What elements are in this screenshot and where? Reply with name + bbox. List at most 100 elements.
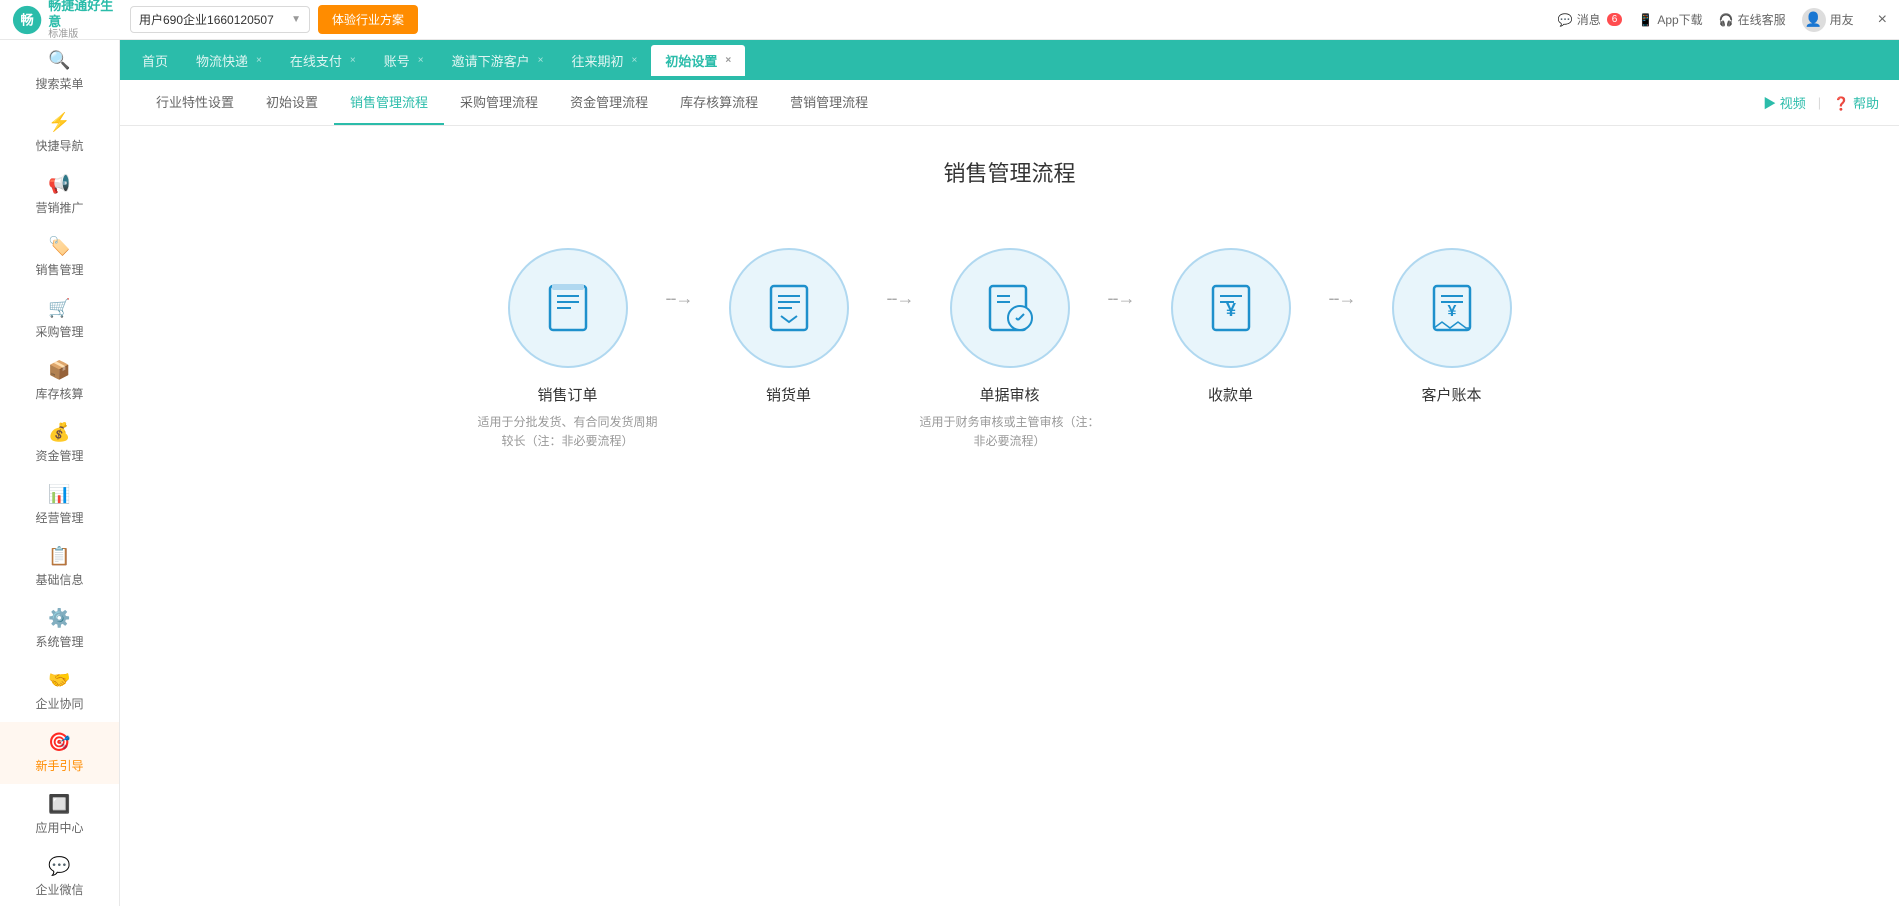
sidebar-label-biz-mgmt: 经营管理 <box>35 509 83 526</box>
sidebar-item-basic-info[interactable]: 📋 基础信息 <box>0 536 119 598</box>
sidebar-icon-sales-mgmt: 🏷️ <box>48 236 70 257</box>
sub-tab-init-setup[interactable]: 初始设置 <box>250 80 334 125</box>
sub-tab-sales-flow[interactable]: 销售管理流程 <box>334 80 444 125</box>
nav-tab-online-pay[interactable]: 在线支付 × <box>276 45 370 76</box>
nav-tab-logistics[interactable]: 物流快递 × <box>182 45 276 76</box>
sub-tab-label-sales-flow: 销售管理流程 <box>350 95 428 110</box>
flow-page: 销售管理流程 销售订单 适用于分批发货、有合同发货周期较长（注：非必要流程） -… <box>120 126 1899 481</box>
online-service-item[interactable]: 🎧 在线客服 <box>1719 11 1786 28</box>
message-badge: 6 <box>1607 13 1623 26</box>
user-name-label: 用友 <box>1830 11 1854 28</box>
sidebar-item-biz-mgmt[interactable]: 📊经营管理 <box>0 474 119 536</box>
sidebar-icon-corp-collab: 🤝 <box>48 670 70 691</box>
flow-arrow-4: - - → <box>1329 248 1354 309</box>
sub-tab-label-init-setup: 初始设置 <box>266 95 318 110</box>
sub-tab-purchase-flow[interactable]: 采购管理流程 <box>444 80 554 125</box>
sidebar-item-sys-mgmt[interactable]: ⚙️ 系统管理 <box>0 598 119 660</box>
sidebar-icon-purchase-mgmt: 🛒 <box>48 298 70 319</box>
user-selector[interactable]: 用户690企业1660120507 ▼ <box>130 6 310 33</box>
sub-tab-label-marketing-flow: 营销管理流程 <box>790 95 868 110</box>
nav-tab-label-invite-downstream: 邀请下游客户 <box>452 51 530 70</box>
logo-area: 畅 畅捷通好生意 标准版 <box>12 0 122 41</box>
app-container: 畅 畅捷通好生意 标准版 用户690企业1660120507 ▼ 体验行业方案 … <box>0 0 1899 906</box>
logo-text: 畅捷通好生意 标准版 <box>48 0 122 41</box>
app-download-item[interactable]: 📱 App下载 <box>1638 11 1702 28</box>
nav-tab-init-settings[interactable]: 初始设置 × <box>651 45 745 76</box>
nav-tab-prior-period[interactable]: 往来期初 × <box>557 45 651 76</box>
tab-close-init-settings[interactable]: × <box>725 55 731 66</box>
flow-step-voucher-review[interactable]: 单据审核 适用于财务审核或主管审核（注：非必要流程） <box>920 248 1100 451</box>
sidebar-item-sales-mgmt[interactable]: 🏷️ 销售管理 <box>0 226 119 288</box>
logo-icon: 畅 <box>12 4 42 36</box>
sidebar-item-marketing[interactable]: 📢营销推广 <box>0 164 119 226</box>
nav-tab-account[interactable]: 账号× <box>370 45 438 76</box>
sub-tab-label-finance-flow: 资金管理流程 <box>570 95 648 110</box>
sub-tab-industry-settings[interactable]: 行业特性设置 <box>140 80 250 125</box>
nav-tab-label-home: 首页 <box>142 51 168 70</box>
sidebar-item-new-guide[interactable]: 🎯新手引导 <box>0 722 119 784</box>
nav-tab-label-init-settings: 初始设置 <box>665 51 717 70</box>
tab-close-logistics[interactable]: × <box>256 55 262 66</box>
nav-tab-invite-downstream[interactable]: 邀请下游客户 × <box>438 45 558 76</box>
user-menu-item[interactable]: 👤 用友 <box>1802 8 1854 32</box>
sidebar-item-finance-mgmt[interactable]: 💰资金管理 <box>0 412 119 474</box>
sidebar-label-sys-mgmt: 系统管理 <box>35 633 83 650</box>
tab-close-online-pay[interactable]: × <box>350 55 356 66</box>
nav-tab-label-logistics: 物流快递 <box>196 51 248 70</box>
top-bar-left: 畅 畅捷通好生意 标准版 用户690企业1660120507 ▼ 体验行业方案 <box>12 0 418 41</box>
video-link[interactable]: ▶ 视频 <box>1763 93 1806 112</box>
headset-icon: 🎧 <box>1719 13 1734 27</box>
sidebar-item-inventory[interactable]: 📦库存核算 <box>0 350 119 412</box>
sub-tab-finance-flow[interactable]: 资金管理流程 <box>554 80 664 125</box>
app-label: App下载 <box>1657 11 1702 28</box>
nav-tab-label-prior-period: 往来期初 <box>571 51 623 70</box>
sidebar-label-finance-mgmt: 资金管理 <box>35 447 83 464</box>
flow-arrow-2: - - → <box>887 248 912 309</box>
message-item[interactable]: 💬 消息 6 <box>1558 11 1623 28</box>
flow-arrow-1: - - → <box>666 248 691 309</box>
sidebar-icon-quick-nav: ⚡ <box>48 112 70 133</box>
flow-circle-sales-invoice <box>729 248 849 368</box>
sidebar-icon-app-center: 🔲 <box>48 794 70 815</box>
logo-title: 畅捷通好生意 <box>48 0 122 29</box>
sidebar-label-new-guide: 新手引导 <box>35 757 83 774</box>
flow-step-receipt[interactable]: ¥ 收款单 <box>1141 248 1321 413</box>
tab-close-account[interactable]: × <box>418 55 424 66</box>
flow-step-sales-order[interactable]: 销售订单 适用于分批发货、有合同发货周期较长（注：非必要流程） <box>478 248 658 451</box>
sidebar-item-search-menu[interactable]: 🔍搜索菜单 <box>0 40 119 102</box>
trial-button[interactable]: 体验行业方案 <box>318 5 418 34</box>
sidebar-icon-sys-mgmt: ⚙️ <box>48 608 70 629</box>
help-link[interactable]: ❓ 帮助 <box>1833 93 1879 112</box>
sidebar-item-quick-nav[interactable]: ⚡快捷导航 <box>0 102 119 164</box>
page-title: 销售管理流程 <box>160 156 1859 188</box>
avatar: 👤 <box>1802 8 1826 32</box>
sidebar-item-corp-wechat[interactable]: 💬企业微信 <box>0 846 119 906</box>
sidebar-item-corp-collab[interactable]: 🤝企业协同 <box>0 660 119 722</box>
tab-close-prior-period[interactable]: × <box>631 55 637 66</box>
close-icon[interactable]: × <box>1878 11 1887 29</box>
flow-step-customer-ledger[interactable]: ¥ 客户账本 <box>1362 248 1542 413</box>
sidebar-label-sales-mgmt: 销售管理 <box>35 261 83 278</box>
sidebar-icon-corp-wechat: 💬 <box>48 856 70 877</box>
sub-tab-label-purchase-flow: 采购管理流程 <box>460 95 538 110</box>
flow-step-desc-voucher-review: 适用于财务审核或主管审核（注：非必要流程） <box>920 413 1100 451</box>
sidebar-item-app-center[interactable]: 🔲应用中心 <box>0 784 119 846</box>
sidebar-label-basic-info: 基础信息 <box>35 571 83 588</box>
svg-text:¥: ¥ <box>1447 303 1456 320</box>
flow-diagram: 销售订单 适用于分批发货、有合同发货周期较长（注：非必要流程） - - → 销货… <box>160 248 1859 451</box>
flow-step-sales-invoice[interactable]: 销货单 <box>699 248 879 413</box>
content-area: 首页物流快递×在线支付×账号×邀请下游客户×往来期初×初始设置× 行业特性设置初… <box>120 40 1899 906</box>
nav-tab-label-online-pay: 在线支付 <box>290 51 342 70</box>
sub-tab-marketing-flow[interactable]: 营销管理流程 <box>774 80 884 125</box>
play-icon: ▶ <box>1763 96 1776 111</box>
nav-tab-home[interactable]: 首页 <box>128 45 182 76</box>
sub-tab-inventory-flow[interactable]: 库存核算流程 <box>664 80 774 125</box>
sidebar-icon-basic-info: 📋 <box>48 546 70 567</box>
chevron-down-icon: ▼ <box>291 14 301 25</box>
sidebar-item-purchase-mgmt[interactable]: 🛒采购管理 <box>0 288 119 350</box>
arrow-icon: - - → <box>887 288 912 309</box>
video-label: 视频 <box>1780 96 1806 111</box>
flow-step-desc-sales-order: 适用于分批发货、有合同发货周期较长（注：非必要流程） <box>478 413 658 451</box>
message-icon: 💬 <box>1558 13 1573 27</box>
tab-close-invite-downstream[interactable]: × <box>538 55 544 66</box>
